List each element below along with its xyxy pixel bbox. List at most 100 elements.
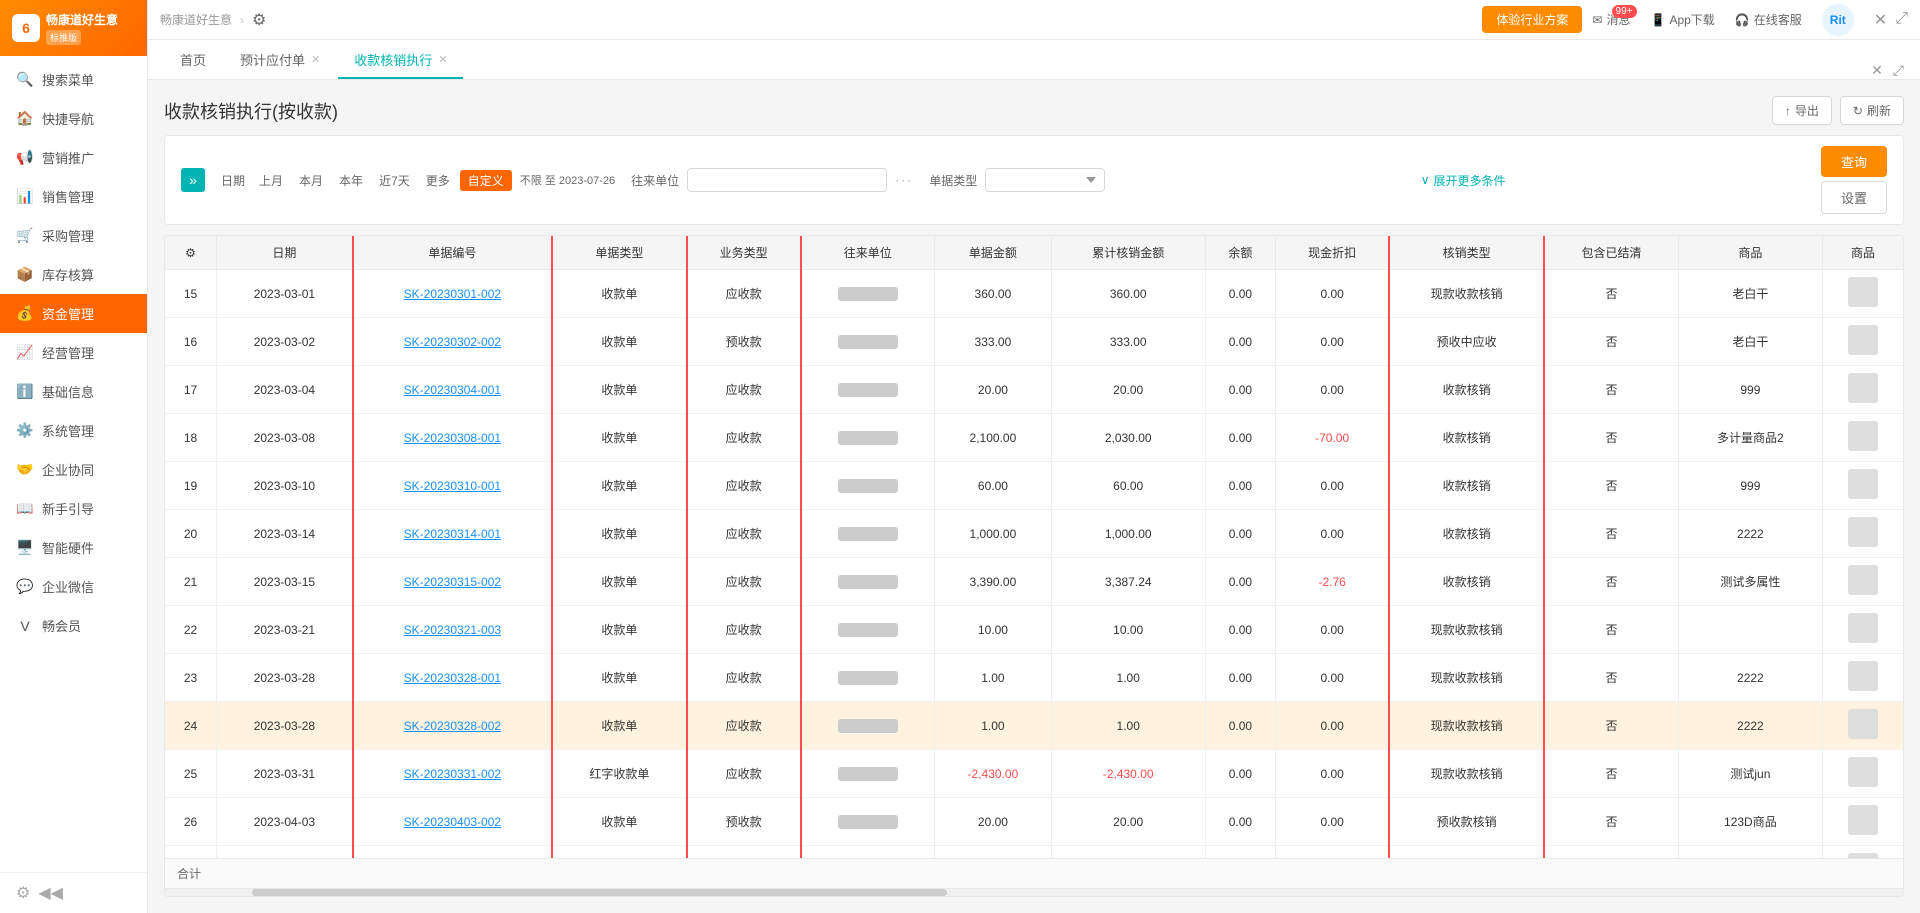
- voucher-no-link[interactable]: SK-20230304-001: [404, 383, 501, 397]
- voucher-no-link[interactable]: SK-20230310-001: [404, 479, 501, 493]
- topbar-settings-icon[interactable]: ⚙: [252, 10, 266, 30]
- partner-filter-input[interactable]: [687, 168, 887, 192]
- sidebar-item-basic-info[interactable]: ℹ️基础信息: [0, 372, 147, 411]
- cell-verify-type: 现款收款核销: [1389, 654, 1544, 702]
- table-row[interactable]: 17 2023-03-04 SK-20230304-001 收款单 应收款 20…: [165, 366, 1903, 414]
- table-row[interactable]: 21 2023-03-15 SK-20230315-002 收款单 应收款 3,…: [165, 558, 1903, 606]
- sidebar-item-sales[interactable]: 📊销售管理: [0, 177, 147, 216]
- partner-filter-dots[interactable]: ···: [895, 173, 913, 187]
- col-header-settings[interactable]: ⚙: [165, 236, 217, 270]
- user-avatar[interactable]: Rit: [1822, 4, 1854, 36]
- sidebar-item-operations[interactable]: 📈经营管理: [0, 333, 147, 372]
- settings-bottom-icon[interactable]: ⚙: [16, 883, 30, 903]
- table-row[interactable]: 26 2023-04-03 SK-20230403-002 收款单 预收款 20…: [165, 798, 1903, 846]
- partner-blurred: [838, 671, 898, 685]
- export-button[interactable]: ↑ 导出: [1772, 96, 1832, 125]
- cell-verify-type: 收款核销: [1389, 414, 1544, 462]
- cell-partner: [801, 798, 935, 846]
- table-row[interactable]: 18 2023-03-08 SK-20230308-001 收款单 应收款 2,…: [165, 414, 1903, 462]
- messages-button[interactable]: ✉ 消息 99+: [1592, 11, 1630, 28]
- col-header-partner: 往来单位: [801, 236, 935, 270]
- sidebar-item-guide[interactable]: 📖新手引导: [0, 489, 147, 528]
- filter-settings-button[interactable]: 设置: [1821, 181, 1887, 214]
- cell-date: 2023-03-14: [217, 510, 353, 558]
- sidebar-item-inventory[interactable]: 📦库存核算: [0, 255, 147, 294]
- cell-verify-type: 现款收款核销: [1389, 270, 1544, 318]
- voucher-no-link[interactable]: SK-20230321-003: [404, 623, 501, 637]
- cell-cash-discount: 0.00: [1276, 510, 1389, 558]
- voucher-type-select[interactable]: [985, 168, 1105, 192]
- online-service-button[interactable]: 🎧 在线客服: [1735, 11, 1802, 28]
- voucher-no-link[interactable]: SK-20230328-001: [404, 671, 501, 685]
- cell-balance: 0.00: [1205, 606, 1276, 654]
- tab-receipt-verify[interactable]: 收款核销执行✕: [338, 42, 463, 79]
- table-row[interactable]: 24 2023-03-28 SK-20230328-002 收款单 应收款 1.…: [165, 702, 1903, 750]
- cell-partner: [801, 750, 935, 798]
- table-scrollbar[interactable]: [165, 888, 1903, 896]
- sidebar-item-member[interactable]: V畅会员: [0, 606, 147, 645]
- table-row[interactable]: 25 2023-03-31 SK-20230331-002 红字收款单 应收款 …: [165, 750, 1903, 798]
- sidebar-item-hardware[interactable]: 🖥️智能硬件: [0, 528, 147, 567]
- voucher-no-link[interactable]: SK-20230301-002: [404, 287, 501, 301]
- voucher-no-link[interactable]: SK-20230314-001: [404, 527, 501, 541]
- maximize-window-icon[interactable]: ⤢: [1895, 10, 1908, 30]
- tab-home[interactable]: 首页: [164, 42, 222, 79]
- date-more[interactable]: 更多: [420, 170, 456, 191]
- table-wrap[interactable]: ⚙ 日期 单据编号 单据类型 业务类型 往来单位 单据金额 累计核销金额 余额 …: [165, 236, 1903, 858]
- page-actions: ↑ 导出 ↻ 刷新: [1772, 96, 1904, 125]
- date-this-year[interactable]: 本年: [333, 170, 369, 191]
- solution-button[interactable]: 体验行业方案: [1482, 6, 1582, 33]
- cell-verify-type: 现款收款核销: [1389, 750, 1544, 798]
- sidebar-item-enterprise[interactable]: 🤝企业协同: [0, 450, 147, 489]
- collapse-icon[interactable]: ◀◀: [38, 883, 63, 903]
- tab-prepay[interactable]: 预计应付单✕: [224, 42, 336, 79]
- voucher-type-filter-label: 单据类型: [929, 172, 977, 189]
- table-row[interactable]: 15 2023-03-01 SK-20230301-002 收款单 应收款 36…: [165, 270, 1903, 318]
- cell-accumulated: 333.00: [1051, 318, 1205, 366]
- date-this-month[interactable]: 本月: [293, 170, 329, 191]
- table-row[interactable]: 19 2023-03-10 SK-20230310-001 收款单 应收款 60…: [165, 462, 1903, 510]
- cell-balance: 0.00: [1205, 318, 1276, 366]
- cell-voucher-type: 收款单: [552, 606, 687, 654]
- sidebar-item-system[interactable]: ⚙️系统管理: [0, 411, 147, 450]
- date-custom-button[interactable]: 自定义: [460, 170, 512, 191]
- finance-icon: 💰: [16, 305, 34, 323]
- voucher-no-link[interactable]: SK-20230308-001: [404, 431, 501, 445]
- query-button[interactable]: 查询: [1821, 146, 1887, 177]
- close-window-icon[interactable]: ✕: [1874, 10, 1887, 30]
- voucher-no-link[interactable]: SK-20230302-002: [404, 335, 501, 349]
- cell-include-settled: 否: [1544, 510, 1678, 558]
- voucher-no-link[interactable]: SK-20230328-002: [404, 719, 501, 733]
- voucher-no-link[interactable]: SK-20230315-002: [404, 575, 501, 589]
- filter-toggle-button[interactable]: »: [181, 168, 205, 192]
- voucher-no-link[interactable]: SK-20230403-002: [404, 815, 501, 829]
- tab-close-prepay[interactable]: ✕: [311, 53, 320, 66]
- date-last-7days[interactable]: 近7天: [373, 170, 416, 191]
- cell-include-settled: 否: [1544, 798, 1678, 846]
- cell-cash-discount: 0.00: [1276, 798, 1389, 846]
- cell-voucher-no: SK-20230408-001: [353, 846, 552, 859]
- table-row[interactable]: 22 2023-03-21 SK-20230321-003 收款单 应收款 10…: [165, 606, 1903, 654]
- table-scrollbar-thumb[interactable]: [252, 889, 947, 896]
- voucher-no-link[interactable]: SK-20230331-002: [404, 767, 501, 781]
- table-row[interactable]: 16 2023-03-02 SK-20230302-002 收款单 预收款 33…: [165, 318, 1903, 366]
- table-row[interactable]: 23 2023-03-28 SK-20230328-001 收款单 应收款 1.…: [165, 654, 1903, 702]
- refresh-button[interactable]: ↻ 刷新: [1840, 96, 1904, 125]
- sidebar-item-quick-nav[interactable]: 🏠快捷导航: [0, 99, 147, 138]
- date-last-month[interactable]: 上月: [253, 170, 289, 191]
- table-row[interactable]: 20 2023-03-14 SK-20230314-001 收款单 应收款 1,…: [165, 510, 1903, 558]
- tab-close-global[interactable]: ✕: [1871, 62, 1883, 79]
- sidebar-item-marketing[interactable]: 📢营销推广: [0, 138, 147, 177]
- sidebar-item-search[interactable]: 🔍搜索菜单: [0, 60, 147, 99]
- sidebar-item-purchase[interactable]: 🛒采购管理: [0, 216, 147, 255]
- app-download-button[interactable]: 📱 App下载: [1651, 11, 1715, 28]
- chevron-down-icon: ∨: [1421, 173, 1430, 187]
- tab-close-receipt-verify[interactable]: ✕: [438, 53, 447, 66]
- sidebar-item-finance[interactable]: 💰资金管理: [0, 294, 147, 333]
- sidebar-item-wechat[interactable]: 💬企业微信: [0, 567, 147, 606]
- table-row[interactable]: 27 2023-04-08 SK-20230408-001 收款单 应收款 10…: [165, 846, 1903, 859]
- expand-conditions-button[interactable]: ∨ 展开更多条件: [1421, 172, 1506, 189]
- col-header-include-settled: 包含已结清: [1544, 236, 1678, 270]
- tab-expand-icon[interactable]: ⤢: [1893, 62, 1904, 79]
- sidebar-item-label-wechat: 企业微信: [42, 577, 94, 596]
